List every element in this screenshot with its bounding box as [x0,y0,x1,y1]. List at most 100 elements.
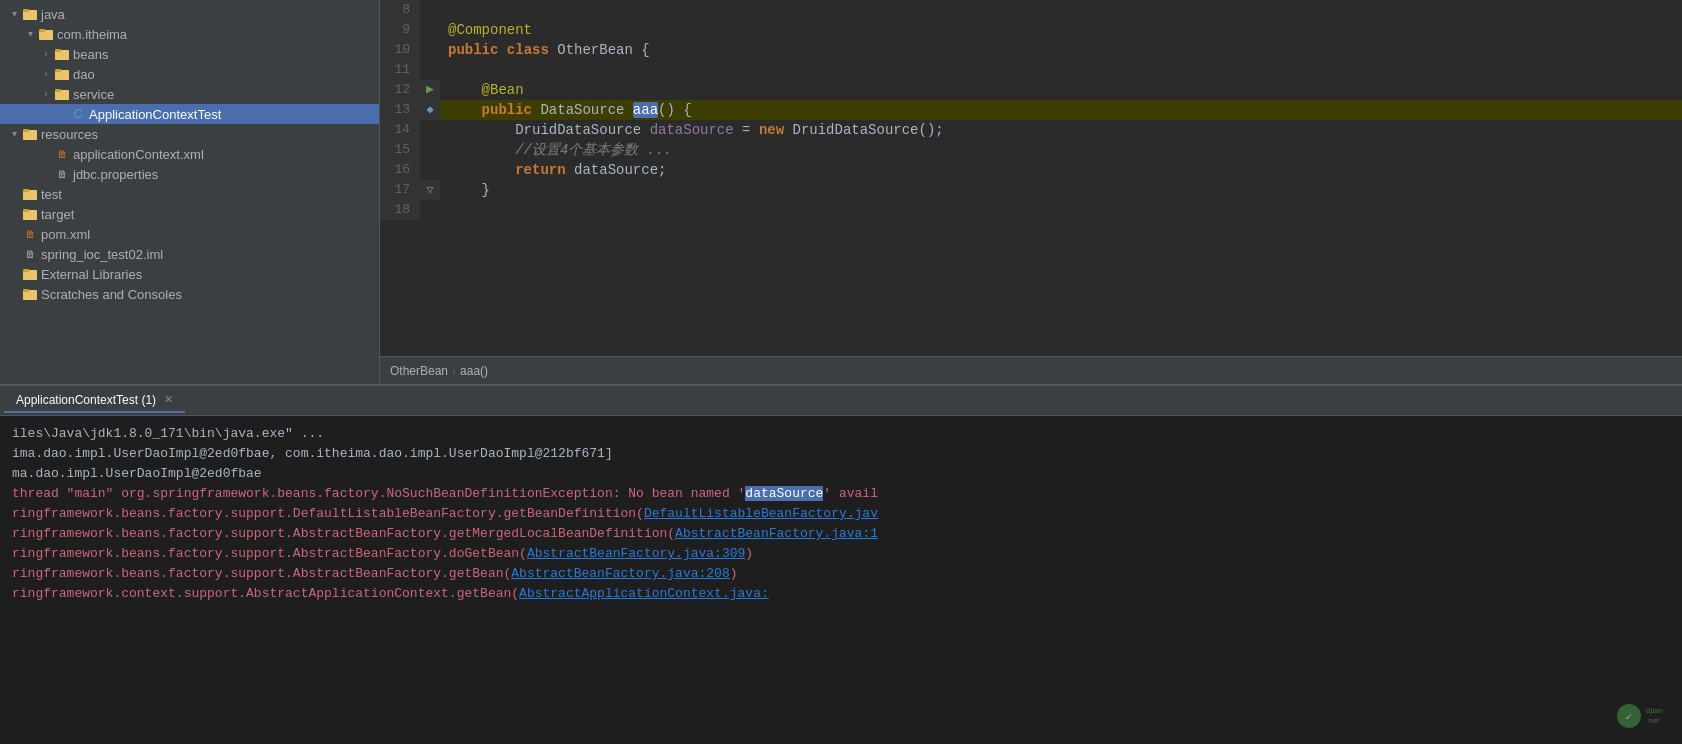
console-link-1[interactable]: DefaultListableBeanFactory.jav [644,506,878,521]
line-content-12: @Bean [440,80,1682,100]
code-line-9: 9 @Component [380,20,1682,40]
svg-rect-7 [55,69,61,72]
code-line-13: 13 ◆ public DataSource aaa() { [380,100,1682,120]
console-line-error: thread "main" org.springframework.beans.… [12,484,1670,504]
sidebar-item-iml[interactable]: 🗎 spring_ioc_test02.iml [0,244,379,264]
line-num-15: 15 [380,140,420,160]
svg-text:.net: .net [1646,716,1660,725]
sidebar-item-java[interactable]: ▾ java [0,4,379,24]
line-num-10: 10 [380,40,420,60]
console-line-link-1: ringframework.beans.factory.support.Defa… [12,504,1670,524]
sidebar-item-act-label: ApplicationContextTest [89,107,221,122]
file-tree: ▾ java ▾ com.itheima › beans › [0,0,380,384]
sidebar-item-target[interactable]: target [0,204,379,224]
console-line-link-4: ringframework.beans.factory.support.Abst… [12,564,1670,584]
sidebar-item-java-label: java [41,7,65,22]
line-content-13: public DataSource aaa() { [440,100,1682,120]
console-link-4[interactable]: AbstractBeanFactory.java:208 [511,566,729,581]
code-line-16: 16 return dataSource; [380,160,1682,180]
sidebar-item-beans[interactable]: › beans [0,44,379,64]
breadcrumb-class[interactable]: OtherBean [390,364,448,378]
chevron-com-itheima: ▾ [24,28,36,40]
sidebar-item-jdbc-prop-label: jdbc.properties [73,167,158,182]
code-line-18: 18 [380,200,1682,220]
kw-new: new [759,122,784,138]
svg-text:✓: ✓ [1625,712,1633,722]
code-scroll-area[interactable]: 8 9 @Component 10 public class OtherBean… [380,0,1682,356]
sidebar-item-jdbc-prop[interactable]: 🗎 jdbc.properties [0,164,379,184]
sidebar-item-com-itheima[interactable]: ▾ com.itheima [0,24,379,44]
console-tab-label: ApplicationContextTest (1) [16,393,156,407]
sidebar-item-scratches-label: Scratches and Consoles [41,287,182,302]
kw-public-13: public [482,102,532,118]
folder-test-icon [22,186,38,202]
svg-rect-19 [23,289,29,292]
sidebar-item-com-label: com.itheima [57,27,127,42]
gutter-13: ◆ [420,100,440,120]
code-line-10: 10 public class OtherBean { [380,40,1682,60]
sidebar-item-iml-label: spring_ioc_test02.iml [41,247,163,262]
console-tabs: ApplicationContextTest (1) ✕ [0,386,1682,416]
line-content-14: DruidDataSource dataSource = new DruidDa… [440,120,1682,140]
svg-rect-13 [23,189,29,192]
code-line-14: 14 DruidDataSource dataSource = new Drui… [380,120,1682,140]
sidebar-item-test-label: test [41,187,62,202]
folder-com-icon [38,26,54,42]
sidebar-item-dao-label: dao [73,67,95,82]
prop-file-icon: 🗎 [54,166,70,182]
code-editor: 8 9 @Component 10 public class OtherBean… [380,0,1682,384]
svg-rect-3 [39,29,45,32]
line-content-15: //设置4个基本参数 ... [440,140,1682,160]
line-num-18: 18 [380,200,420,220]
line-num-11: 11 [380,60,420,80]
code-line-11: 11 [380,60,1682,80]
console-tab-close[interactable]: ✕ [164,393,173,406]
console-line-link-5: ringframework.context.support.AbstractAp… [12,584,1670,604]
console-link-2[interactable]: AbstractBeanFactory.java:1 [675,526,878,541]
line-num-17: 17 [380,180,420,200]
console-link-5[interactable]: AbstractApplicationContext.java: [519,586,769,601]
scratches-icon [22,286,38,302]
line-content-17: } [440,180,1682,200]
sidebar-item-pom-xml[interactable]: 🗎 pom.xml [0,224,379,244]
console-output[interactable]: iles\Java\jdk1.8.0_171\bin\java.exe" ...… [0,416,1682,744]
sidebar-item-external-libs-label: External Libraries [41,267,142,282]
var-datasource: dataSource [650,122,734,138]
svg-rect-9 [55,89,61,92]
sidebar-item-service-label: service [73,87,114,102]
sidebar-item-service[interactable]: › service [0,84,379,104]
main-container: ▾ java ▾ com.itheima › beans › [0,0,1682,384]
folder-target-icon [22,206,38,222]
line-content-16: return dataSource; [440,160,1682,180]
line-num-12: 12 [380,80,420,100]
code-line-17: 17 ▽ } [380,180,1682,200]
sidebar-item-resources[interactable]: ▾ resources [0,124,379,144]
sidebar-item-external-libs[interactable]: External Libraries [0,264,379,284]
sidebar-item-application-context-test[interactable]: C ApplicationContextTest [0,104,379,124]
comment-line-15: //设置4个基本参数 ... [448,142,672,158]
code-line-8: 8 [380,0,1682,20]
console-highlight-datasource: dataSource [745,486,823,501]
sidebar-item-app-xml[interactable]: 🗎 applicationContext.xml [0,144,379,164]
iml-file-icon: 🗎 [22,246,38,262]
xml-file-icon: 🗎 [54,146,70,162]
console-tab-app[interactable]: ApplicationContextTest (1) ✕ [4,389,185,413]
sidebar-item-scratches[interactable]: Scratches and Consoles [0,284,379,304]
chevron-dao: › [40,68,52,80]
sidebar-item-test[interactable]: test [0,184,379,204]
breadcrumb-bar: OtherBean › aaa() [380,356,1682,384]
code-line-15: 15 //设置4个基本参数 ... [380,140,1682,160]
folder-service-icon [54,86,70,102]
sidebar-item-dao[interactable]: › dao [0,64,379,84]
console-link-3[interactable]: AbstractBeanFactory.java:309 [527,546,745,561]
code-line-12: 12 ▶ @Bean [380,80,1682,100]
breadcrumb-method[interactable]: aaa() [460,364,488,378]
kw-return: return [515,162,565,178]
annotation-component: @Component [448,22,532,38]
svg-text:djian: djian [1646,706,1663,715]
console-line-0: iles\Java\jdk1.8.0_171\bin\java.exe" ... [12,424,1670,444]
line-content-10: public class OtherBean { [440,40,1682,60]
line-num-13: 13 [380,100,420,120]
kw-public: public [448,42,498,58]
sidebar-item-pom-label: pom.xml [41,227,90,242]
